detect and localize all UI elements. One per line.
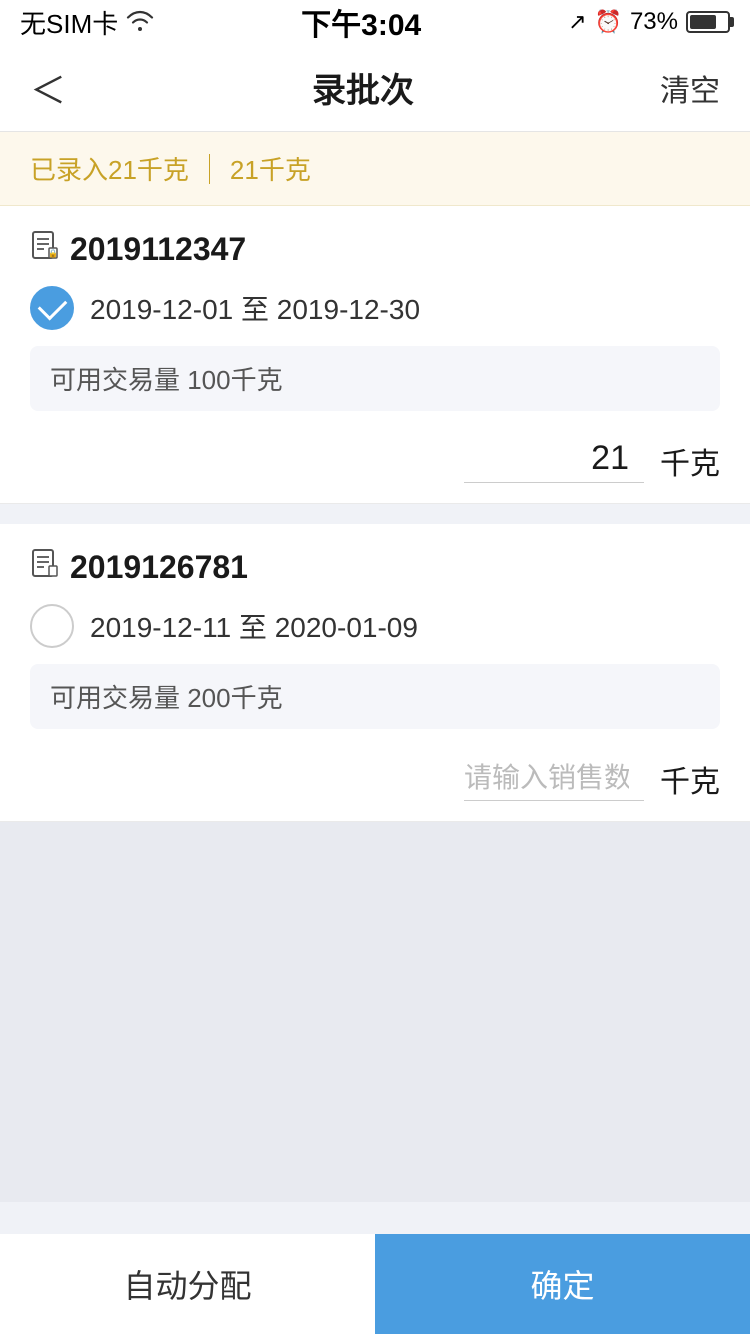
qty-input-1[interactable] [464,439,644,483]
qty-input-2[interactable] [464,757,644,801]
batch-date-row-1[interactable]: 2019-12-01 至 2019-12-30 [0,280,750,342]
carrier-text: 无SIM卡 [20,4,118,41]
batch-date-1: 2019-12-01 至 2019-12-30 [90,288,420,328]
batch-id-2: 2019126781 [70,549,248,586]
batch-date-row-2[interactable]: 2019-12-11 至 2020-01-09 [0,598,750,660]
svg-text:🔒: 🔒 [48,249,58,258]
batch-card-1: 🔒 2019112347 2019-12-01 至 2019-12-30 可用交… [0,206,750,504]
batch-date-2: 2019-12-11 至 2020-01-09 [90,606,418,646]
batch-radio-2[interactable] [30,604,74,648]
card-separator [0,504,750,524]
battery-icon [686,11,730,33]
qty-unit-1: 千克 [660,439,720,483]
alarm-icon: ⏰ [595,9,622,35]
batch-card-2: 2019126781 2019-12-11 至 2020-01-09 可用交易量… [0,524,750,822]
qty-row-1: 千克 [0,423,750,504]
status-time: 下午3:04 [301,0,421,44]
auto-assign-button[interactable]: 自动分配 [0,1234,375,1334]
entered-summary: 已录入21千克 [30,150,189,187]
summary-bar: 已录入21千克 21千克 [0,132,750,206]
location-icon: ↗ [568,9,586,35]
batch-doc-icon-2 [30,548,60,586]
bottom-bar: 自动分配 确定 [0,1234,750,1334]
nav-bar: ＜ 录批次 清空 [0,44,750,132]
battery-percent: 73% [630,8,678,36]
batch-header-1: 🔒 2019112347 [0,206,750,280]
page-title: 录批次 [312,63,414,112]
qty-unit-2: 千克 [660,757,720,801]
status-right: ↗ ⏰ 73% [568,8,730,36]
summary-value: 21千克 [230,150,311,187]
wifi-icon [126,7,154,38]
back-button[interactable]: ＜ [30,62,66,114]
status-bar: 无SIM卡 下午3:04 ↗ ⏰ 73% [0,0,750,44]
empty-area [0,822,750,1202]
batch-radio-1[interactable] [30,286,74,330]
status-left: 无SIM卡 [20,4,154,41]
available-qty-2: 可用交易量 200千克 [30,664,720,729]
batch-id-1: 2019112347 [70,231,246,268]
confirm-button[interactable]: 确定 [375,1234,750,1334]
batch-header-2: 2019126781 [0,524,750,598]
clear-button[interactable]: 清空 [660,66,720,110]
batch-doc-icon-1: 🔒 [30,230,60,268]
qty-row-2: 千克 [0,741,750,822]
summary-divider [209,154,210,184]
available-qty-1: 可用交易量 100千克 [30,346,720,411]
